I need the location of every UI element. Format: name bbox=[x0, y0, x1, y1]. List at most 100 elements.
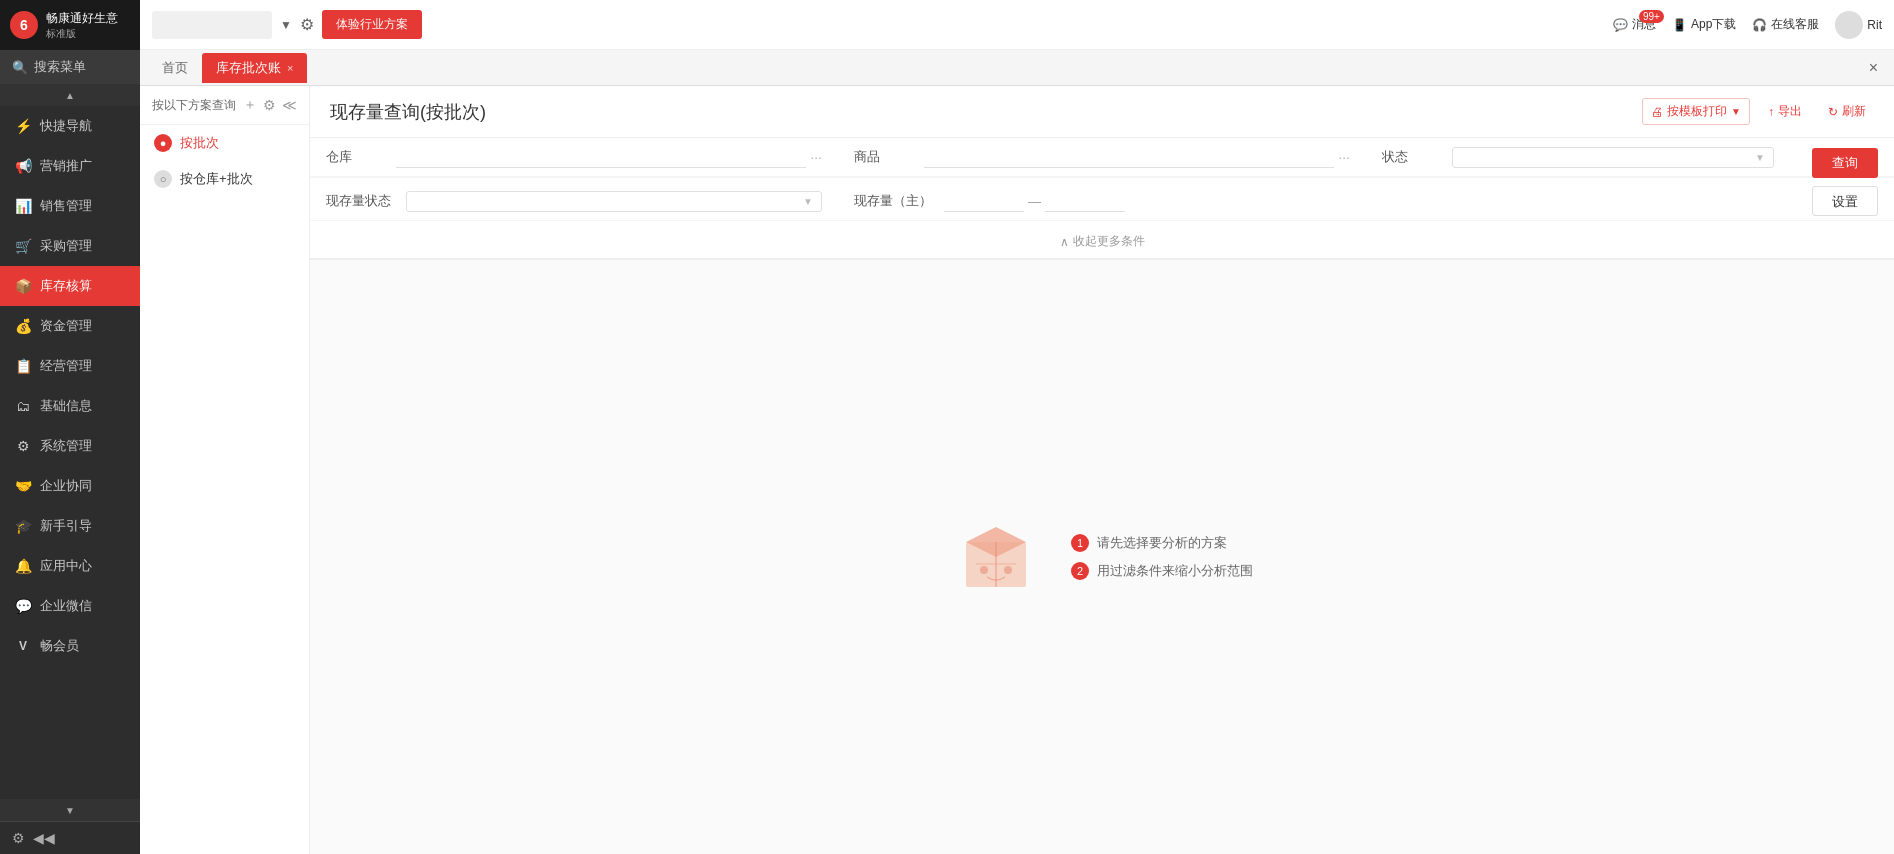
sidebar-item-system[interactable]: ⚙ 系统管理 bbox=[0, 426, 140, 466]
sidebar-item-sales-label: 销售管理 bbox=[40, 197, 92, 215]
sidebar-item-appstore-label: 应用中心 bbox=[40, 557, 92, 575]
panel-item-warehouse-batch-label: 按仓库+批次 bbox=[180, 170, 253, 188]
empty-tips: 1 请先选择要分析的方案 2 用过滤条件来缩小分析范围 bbox=[1071, 534, 1253, 580]
refresh-button[interactable]: ↻ 刷新 bbox=[1820, 99, 1874, 124]
basic-icon: 🗂 bbox=[14, 397, 32, 415]
sidebar-item-finance[interactable]: 💰 资金管理 bbox=[0, 306, 140, 346]
user-avatar bbox=[1835, 11, 1863, 39]
stock-status-select[interactable]: ▼ bbox=[406, 191, 822, 212]
sidebar-item-appstore[interactable]: 🔔 应用中心 bbox=[0, 546, 140, 586]
sidebar-item-operation-label: 经营管理 bbox=[40, 357, 92, 375]
user-name: Rit bbox=[1867, 18, 1882, 32]
message-action[interactable]: 💬 消息 99+ bbox=[1613, 16, 1656, 33]
tab-home[interactable]: 首页 bbox=[148, 53, 202, 83]
quicknav-icon: ⚡ bbox=[14, 117, 32, 135]
panel-add-icon[interactable]: ＋ bbox=[243, 96, 257, 114]
sidebar-item-finance-label: 资金管理 bbox=[40, 317, 92, 335]
sidebar-scroll-up[interactable]: ▲ bbox=[0, 84, 140, 106]
sidebar-item-quicknav[interactable]: ⚡ 快捷导航 bbox=[0, 106, 140, 146]
settings-button[interactable]: 设置 bbox=[1812, 186, 1878, 216]
template-print-button[interactable]: 🖨 按模板打印 ▼ bbox=[1642, 98, 1750, 125]
panel-item-batch[interactable]: ● 按批次 bbox=[140, 125, 309, 161]
product-input[interactable] bbox=[924, 146, 1334, 168]
stock-qty-dash: — bbox=[1028, 194, 1041, 209]
sidebar-item-guide[interactable]: 🎓 新手引导 bbox=[0, 506, 140, 546]
message-icon: 💬 bbox=[1613, 18, 1628, 32]
sidebar-version: 标准版 bbox=[46, 27, 118, 41]
purchase-icon: 🛒 bbox=[14, 237, 32, 255]
topbar-dropdown[interactable]: ▼ bbox=[280, 18, 292, 32]
export-button[interactable]: ↑ 导出 bbox=[1760, 99, 1810, 124]
export-label: 导出 bbox=[1778, 103, 1802, 120]
message-badge: 99+ bbox=[1639, 10, 1664, 23]
topbar-left: ▼ ⚙ 体验行业方案 bbox=[152, 10, 422, 39]
filter-product-cell: 商品 ··· bbox=[838, 138, 1366, 177]
inventory-icon: 📦 bbox=[14, 277, 32, 295]
collapse-label: 收起更多条件 bbox=[1073, 233, 1145, 250]
stock-status-arrow: ▼ bbox=[803, 196, 813, 207]
empty-content: 1 请先选择要分析的方案 2 用过滤条件来缩小分析范围 bbox=[951, 512, 1253, 602]
sidebar-title-area: 畅康通好生意 标准版 bbox=[46, 10, 118, 41]
tip-1-num: 1 bbox=[1071, 534, 1089, 552]
operation-icon: 📋 bbox=[14, 357, 32, 375]
app-download-action[interactable]: 📱 App下载 bbox=[1672, 16, 1736, 33]
page-title: 现存量查询(按批次) bbox=[330, 100, 486, 124]
tip-1-text: 请先选择要分析的方案 bbox=[1097, 534, 1227, 552]
sidebar-item-inventory[interactable]: 📦 库存核算 bbox=[0, 266, 140, 306]
sidebar-scroll-down[interactable]: ▼ bbox=[0, 799, 140, 821]
product-more-icon[interactable]: ··· bbox=[1334, 149, 1350, 165]
stock-qty-from[interactable] bbox=[944, 190, 1024, 212]
user-menu[interactable]: Rit bbox=[1835, 11, 1882, 39]
sidebar-item-operation[interactable]: 📋 经营管理 bbox=[0, 346, 140, 386]
finance-icon: 💰 bbox=[14, 317, 32, 335]
stock-qty-range: — bbox=[944, 190, 1350, 212]
sales-icon: 📊 bbox=[14, 197, 32, 215]
sidebar-item-purchase[interactable]: 🛒 采购管理 bbox=[0, 226, 140, 266]
right-content: 现存量查询(按批次) 🖨 按模板打印 ▼ ↑ 导出 ↻ 刷新 bbox=[310, 86, 1894, 854]
settings-bottom-icon[interactable]: ⚙ bbox=[12, 830, 25, 846]
page-header: 现存量查询(按批次) 🖨 按模板打印 ▼ ↑ 导出 ↻ 刷新 bbox=[310, 86, 1894, 138]
wechat-icon: 💬 bbox=[14, 597, 32, 615]
status-select[interactable]: ▼ bbox=[1452, 147, 1774, 168]
sidebar-item-basic[interactable]: 🗂 基础信息 bbox=[0, 386, 140, 426]
tip-2-text: 用过滤条件来缩小分析范围 bbox=[1097, 562, 1253, 580]
collapse-bar[interactable]: ∧ 收起更多条件 bbox=[310, 225, 1894, 259]
filter-stock-qty-cell: 现存量（主） — bbox=[838, 182, 1366, 221]
tab-close-icon[interactable]: × bbox=[287, 62, 293, 74]
headset-icon: 🎧 bbox=[1752, 18, 1767, 32]
warehouse-more-icon[interactable]: ··· bbox=[806, 149, 822, 165]
sidebar-item-wechat[interactable]: 💬 企业微信 bbox=[0, 586, 140, 626]
trial-button[interactable]: 体验行业方案 bbox=[322, 10, 422, 39]
sidebar-item-sales[interactable]: 📊 销售管理 bbox=[0, 186, 140, 226]
sidebar-search[interactable]: 🔍 搜索菜单 bbox=[0, 50, 140, 84]
stock-qty-to[interactable] bbox=[1045, 190, 1125, 212]
sidebar-item-enterprise[interactable]: 🤝 企业协同 bbox=[0, 466, 140, 506]
sidebar-item-quicknav-label: 快捷导航 bbox=[40, 117, 92, 135]
tab-inventory-batch[interactable]: 库存批次账 × bbox=[202, 53, 307, 83]
tabs-close-all-btn[interactable]: × bbox=[1861, 55, 1886, 81]
topbar-search-box[interactable] bbox=[152, 11, 272, 39]
panel-item-warehouse-batch[interactable]: ○ 按仓库+批次 bbox=[140, 161, 309, 197]
warehouse-input[interactable] bbox=[396, 146, 806, 168]
stock-status-label: 现存量状态 bbox=[326, 192, 406, 210]
topbar-settings-icon[interactable]: ⚙ bbox=[300, 15, 314, 34]
sidebar-item-marketing-label: 营销推广 bbox=[40, 157, 92, 175]
main-area: ▼ ⚙ 体验行业方案 💬 消息 99+ 📱 App下载 🎧 在线客服 Rit bbox=[140, 0, 1894, 854]
guide-icon: 🎓 bbox=[14, 517, 32, 535]
sidebar-header: 6 畅康通好生意 标准版 bbox=[0, 0, 140, 50]
panel-collapse-icon[interactable]: ≪ bbox=[282, 97, 297, 113]
panel-settings-icon[interactable]: ⚙ bbox=[263, 97, 276, 113]
product-label: 商品 bbox=[854, 148, 924, 166]
online-service-label: 在线客服 bbox=[1771, 16, 1819, 33]
warehouse-batch-icon: ○ bbox=[154, 170, 172, 188]
page-actions: 🖨 按模板打印 ▼ ↑ 导出 ↻ 刷新 bbox=[1642, 98, 1874, 125]
filter-action-area: 查询 设置 bbox=[1812, 148, 1878, 216]
query-button[interactable]: 查询 bbox=[1812, 148, 1878, 178]
online-service-action[interactable]: 🎧 在线客服 bbox=[1752, 16, 1819, 33]
sidebar-item-marketing[interactable]: 📢 营销推广 bbox=[0, 146, 140, 186]
collapse-sidebar-icon[interactable]: ◀◀ bbox=[33, 830, 55, 846]
sidebar-item-member[interactable]: V 畅会员 bbox=[0, 626, 140, 666]
template-dropdown-icon[interactable]: ▼ bbox=[1731, 106, 1741, 117]
empty-illustration bbox=[951, 512, 1041, 602]
filter-row-2: 现存量状态 ▼ 现存量（主） — bbox=[310, 178, 1894, 225]
